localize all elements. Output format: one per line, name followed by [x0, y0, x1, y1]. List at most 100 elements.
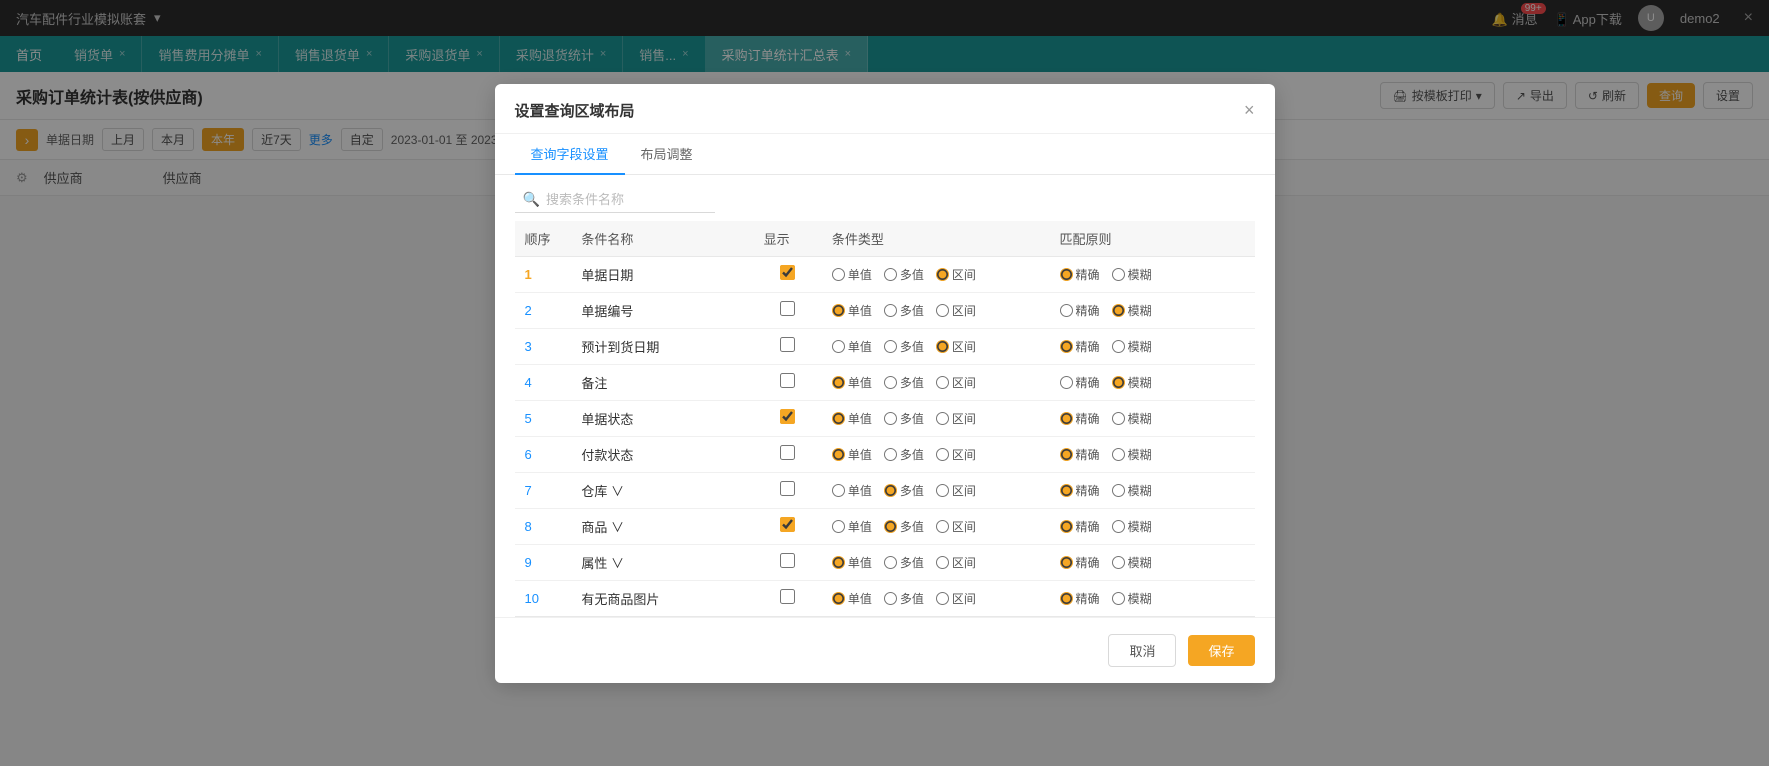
match-option-label[interactable]: 精确 — [1060, 554, 1100, 571]
type-radio[interactable] — [936, 448, 949, 461]
match-radio[interactable] — [1060, 484, 1073, 497]
display-checkbox[interactable] — [780, 517, 795, 532]
match-option-label[interactable]: 模糊 — [1112, 410, 1152, 427]
type-radio[interactable] — [832, 520, 845, 533]
type-option-label[interactable]: 单值 — [832, 482, 872, 499]
type-radio[interactable] — [884, 340, 897, 353]
tab-query-fields[interactable]: 查询字段设置 — [515, 134, 625, 175]
type-option-label[interactable]: 多值 — [884, 266, 924, 283]
type-option-label[interactable]: 单值 — [832, 410, 872, 427]
type-option-label[interactable]: 多值 — [884, 446, 924, 463]
type-radio[interactable] — [832, 448, 845, 461]
display-checkbox[interactable] — [780, 373, 795, 388]
type-radio[interactable] — [884, 484, 897, 497]
type-radio[interactable] — [936, 412, 949, 425]
type-option-label[interactable]: 区间 — [936, 374, 976, 391]
type-option-label[interactable]: 区间 — [936, 518, 976, 535]
type-radio[interactable] — [884, 412, 897, 425]
match-radio[interactable] — [1112, 304, 1125, 317]
type-radio[interactable] — [884, 268, 897, 281]
type-radio[interactable] — [884, 592, 897, 605]
type-option-label[interactable]: 单值 — [832, 554, 872, 571]
type-radio[interactable] — [936, 268, 949, 281]
match-option-label[interactable]: 精确 — [1060, 482, 1100, 499]
type-option-label[interactable]: 单值 — [832, 338, 872, 355]
match-radio[interactable] — [1060, 376, 1073, 389]
dialog-close-button[interactable]: × — [1244, 101, 1255, 119]
type-radio[interactable] — [832, 412, 845, 425]
match-radio[interactable] — [1060, 340, 1073, 353]
match-option-label[interactable]: 精确 — [1060, 518, 1100, 535]
type-option-label[interactable]: 区间 — [936, 410, 976, 427]
type-radio[interactable] — [884, 520, 897, 533]
match-option-label[interactable]: 模糊 — [1112, 446, 1152, 463]
match-radio[interactable] — [1112, 340, 1125, 353]
match-radio[interactable] — [1112, 556, 1125, 569]
match-option-label[interactable]: 精确 — [1060, 266, 1100, 283]
type-option-label[interactable]: 区间 — [936, 338, 976, 355]
search-input[interactable] — [546, 192, 696, 207]
type-radio[interactable] — [832, 340, 845, 353]
type-option-label[interactable]: 多值 — [884, 374, 924, 391]
type-radio[interactable] — [884, 448, 897, 461]
match-radio[interactable] — [1060, 448, 1073, 461]
match-option-label[interactable]: 模糊 — [1112, 302, 1152, 319]
match-radio[interactable] — [1060, 520, 1073, 533]
type-option-label[interactable]: 单值 — [832, 446, 872, 463]
match-option-label[interactable]: 模糊 — [1112, 590, 1152, 607]
type-radio[interactable] — [936, 592, 949, 605]
display-checkbox[interactable] — [780, 337, 795, 352]
type-option-label[interactable]: 单值 — [832, 266, 872, 283]
type-option-label[interactable]: 单值 — [832, 374, 872, 391]
type-radio[interactable] — [936, 556, 949, 569]
type-radio[interactable] — [936, 340, 949, 353]
match-radio[interactable] — [1060, 412, 1073, 425]
type-option-label[interactable]: 区间 — [936, 446, 976, 463]
match-option-label[interactable]: 精确 — [1060, 302, 1100, 319]
match-radio[interactable] — [1060, 592, 1073, 605]
tab-layout-adjust[interactable]: 布局调整 — [625, 134, 709, 175]
type-option-label[interactable]: 多值 — [884, 302, 924, 319]
display-checkbox[interactable] — [780, 265, 795, 280]
match-radio[interactable] — [1060, 268, 1073, 281]
type-option-label[interactable]: 多值 — [884, 590, 924, 607]
match-radio[interactable] — [1112, 448, 1125, 461]
display-checkbox[interactable] — [780, 481, 795, 496]
display-checkbox[interactable] — [780, 589, 795, 604]
match-option-label[interactable]: 精确 — [1060, 590, 1100, 607]
display-checkbox[interactable] — [780, 409, 795, 424]
type-radio[interactable] — [832, 556, 845, 569]
match-radio[interactable] — [1060, 556, 1073, 569]
match-option-label[interactable]: 精确 — [1060, 410, 1100, 427]
type-option-label[interactable]: 单值 — [832, 590, 872, 607]
type-radio[interactable] — [936, 520, 949, 533]
type-option-label[interactable]: 区间 — [936, 266, 976, 283]
match-option-label[interactable]: 模糊 — [1112, 374, 1152, 391]
type-option-label[interactable]: 单值 — [832, 518, 872, 535]
type-option-label[interactable]: 多值 — [884, 554, 924, 571]
type-option-label[interactable]: 多值 — [884, 338, 924, 355]
display-checkbox[interactable] — [780, 553, 795, 568]
match-radio[interactable] — [1112, 484, 1125, 497]
match-radio[interactable] — [1112, 412, 1125, 425]
match-option-label[interactable]: 精确 — [1060, 338, 1100, 355]
type-option-label[interactable]: 区间 — [936, 482, 976, 499]
match-option-label[interactable]: 精确 — [1060, 374, 1100, 391]
match-option-label[interactable]: 模糊 — [1112, 554, 1152, 571]
cancel-button[interactable]: 取消 — [1108, 634, 1176, 667]
table-scroll-area[interactable]: 1单据日期单值多值区间精确模糊2单据编号单值多值区间精确模糊3预计到货日期单值多… — [515, 257, 1255, 617]
match-option-label[interactable]: 模糊 — [1112, 338, 1152, 355]
type-radio[interactable] — [832, 484, 845, 497]
type-option-label[interactable]: 区间 — [936, 554, 976, 571]
match-option-label[interactable]: 模糊 — [1112, 482, 1152, 499]
match-radio[interactable] — [1060, 304, 1073, 317]
type-radio[interactable] — [832, 268, 845, 281]
type-option-label[interactable]: 多值 — [884, 410, 924, 427]
type-option-label[interactable]: 多值 — [884, 518, 924, 535]
match-radio[interactable] — [1112, 376, 1125, 389]
type-radio[interactable] — [936, 304, 949, 317]
display-checkbox[interactable] — [780, 301, 795, 316]
save-button[interactable]: 保存 — [1188, 635, 1254, 666]
type-option-label[interactable]: 区间 — [936, 302, 976, 319]
type-option-label[interactable]: 区间 — [936, 590, 976, 607]
